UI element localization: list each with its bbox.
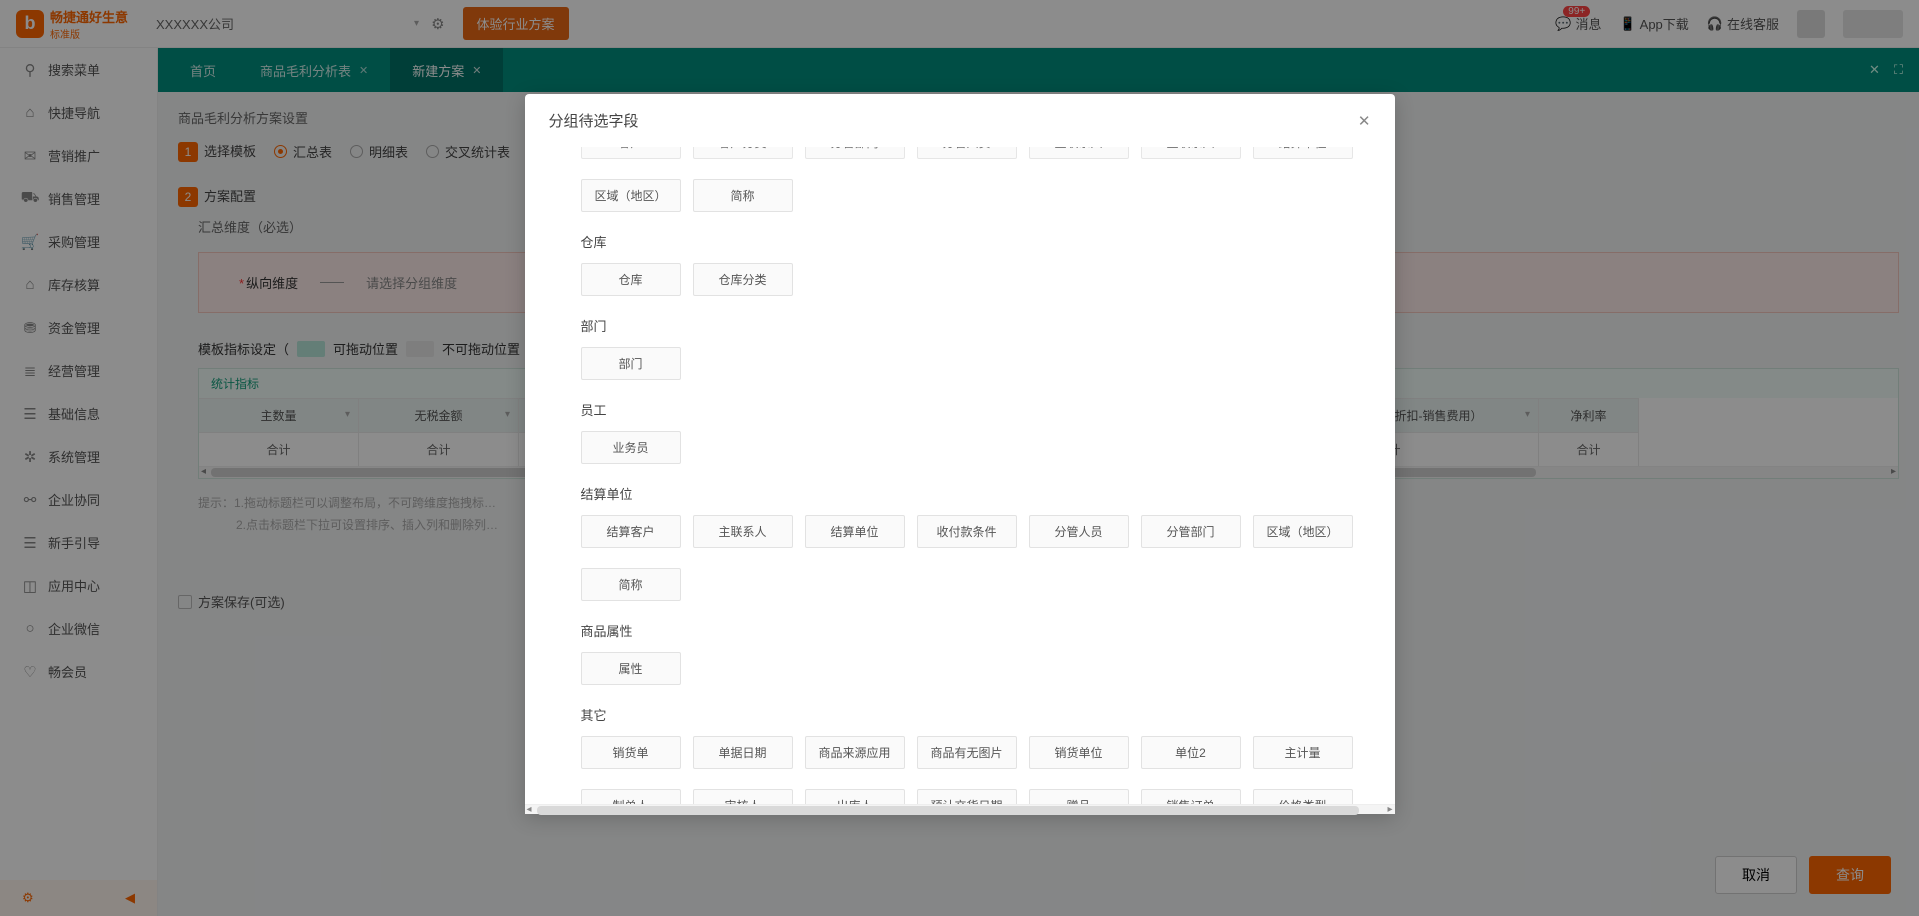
field-group-1: 区域（地区） 简称 (581, 179, 1363, 212)
field-tag[interactable]: 分管部门 (1141, 515, 1241, 548)
field-tag[interactable]: 结算单位 (1253, 147, 1353, 159)
field-tag[interactable]: 简称 (581, 568, 681, 601)
field-tag[interactable]: 主联系人 (1029, 147, 1129, 159)
field-tag[interactable]: 制单人 (581, 789, 681, 804)
field-tag[interactable]: 结算单位 (805, 515, 905, 548)
field-tag[interactable]: 属性 (581, 652, 681, 685)
field-tag[interactable]: 审核人 (693, 789, 793, 804)
field-tag[interactable]: 预计交货日期 (917, 789, 1017, 804)
field-tag[interactable]: 出库人 (805, 789, 905, 804)
modal-scrollbar-x[interactable]: ◂ ▸ (525, 804, 1395, 814)
field-group-5: 结算单位结算客户主联系人结算单位收付款条件分管人员分管部门区域（地区） (581, 484, 1363, 548)
field-tag[interactable]: 销货单 (581, 736, 681, 769)
field-tag[interactable]: 区域（地区） (581, 179, 681, 212)
field-tag[interactable]: 区域（地区） (1253, 515, 1353, 548)
field-group-8: 其它销货单单据日期商品来源应用商品有无图片销货单位单位2 主计量 (581, 705, 1363, 769)
field-tag[interactable]: 分管人员 (917, 147, 1017, 159)
field-tag[interactable]: 业务员 (581, 431, 681, 464)
field-group-4: 员工业务员 (581, 400, 1363, 464)
group-title: 仓库 (581, 232, 1363, 251)
field-group-2: 仓库仓库仓库分类 (581, 232, 1363, 296)
field-tag[interactable]: 客户 (581, 147, 681, 159)
field-tag[interactable]: 单据日期 (693, 736, 793, 769)
field-tag[interactable]: 单位2 (1141, 736, 1241, 769)
field-tag[interactable]: 价格类型 (1253, 789, 1353, 804)
field-tag[interactable]: 结算客户 (581, 515, 681, 548)
group-title: 其它 (581, 705, 1363, 724)
group-title: 员工 (581, 400, 1363, 419)
modal-title: 分组待选字段 (549, 110, 639, 131)
field-tag[interactable]: 部门 (581, 347, 681, 380)
field-tag[interactable]: 商品有无图片 (917, 736, 1017, 769)
close-icon[interactable]: ✕ (1358, 112, 1371, 130)
field-tag[interactable]: 主联系人 (1141, 147, 1241, 159)
modal-overlay: 分组待选字段 ✕ 客户客户分类分管部门分管人员主联系人主联系人结算单位区域（地区… (0, 0, 1919, 916)
field-tag[interactable]: 客户分类 (693, 147, 793, 159)
field-group-6: 简称 (581, 568, 1363, 601)
field-group-7: 商品属性属性 (581, 621, 1363, 685)
field-tag[interactable]: 分管部门 (805, 147, 905, 159)
field-tag[interactable]: 分管人员 (1029, 515, 1129, 548)
group-title: 商品属性 (581, 621, 1363, 640)
field-tag[interactable]: 仓库 (581, 263, 681, 296)
field-tag[interactable]: 主联系人 (693, 515, 793, 548)
field-group-3: 部门部门 (581, 316, 1363, 380)
field-group-0: 客户客户分类分管部门分管人员主联系人主联系人结算单位 (581, 147, 1363, 159)
field-tag[interactable]: 销售订单 (1141, 789, 1241, 804)
modal-header: 分组待选字段 ✕ (525, 94, 1395, 147)
field-group-9: 制单人审核人出库人预计交货日期赠品销售订单价格类型 (581, 789, 1363, 804)
group-title: 结算单位 (581, 484, 1363, 503)
field-tag[interactable]: 销货单位 (1029, 736, 1129, 769)
field-tag[interactable]: 商品来源应用 (805, 736, 905, 769)
modal-body[interactable]: 客户客户分类分管部门分管人员主联系人主联系人结算单位区域（地区）简称仓库仓库仓库… (525, 147, 1395, 804)
field-tag[interactable]: 收付款条件 (917, 515, 1017, 548)
field-tag[interactable]: 赠品 (1029, 789, 1129, 804)
field-tag[interactable]: 主计量 (1253, 736, 1353, 769)
field-tag[interactable]: 简称 (693, 179, 793, 212)
field-picker-modal: 分组待选字段 ✕ 客户客户分类分管部门分管人员主联系人主联系人结算单位区域（地区… (525, 94, 1395, 814)
field-tag[interactable]: 仓库分类 (693, 263, 793, 296)
group-title: 部门 (581, 316, 1363, 335)
